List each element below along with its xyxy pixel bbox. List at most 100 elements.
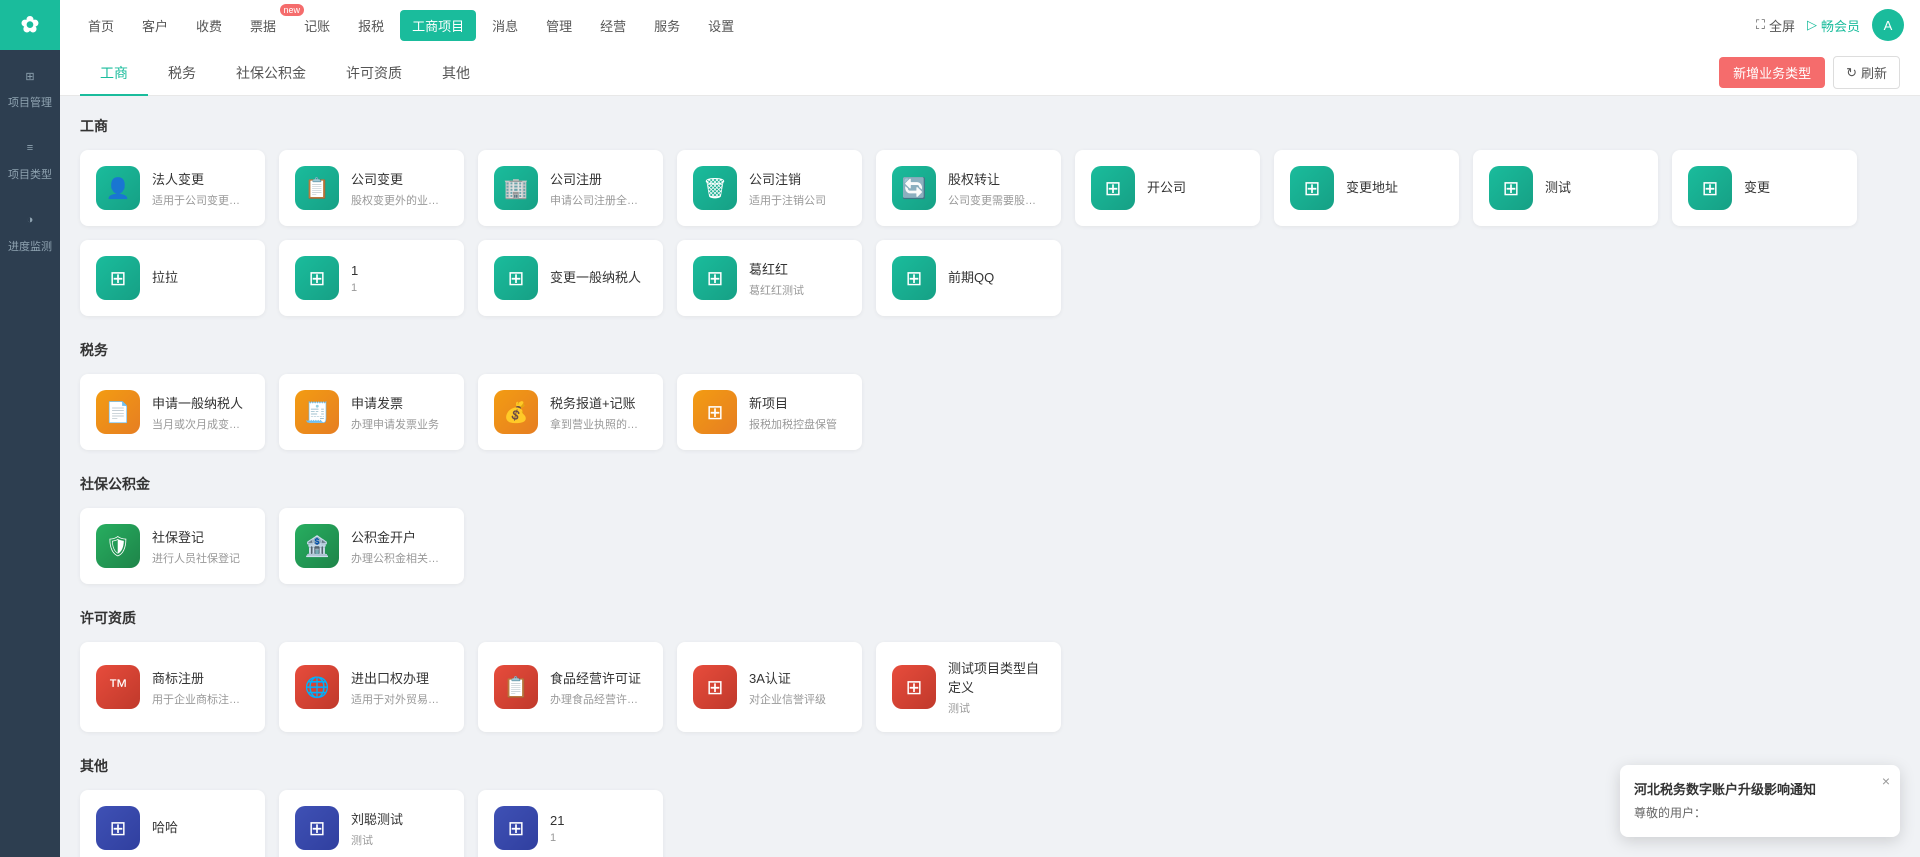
card-import-export[interactable]: 🌐 进出口权办理 适用于对外贸易经营者 xyxy=(279,642,464,732)
company-cancel-desc: 适用于注销公司 xyxy=(749,192,846,208)
card-one[interactable]: ⊞ 1 1 xyxy=(279,240,464,316)
tax-report-accounting-icon: 💰 xyxy=(494,390,538,434)
sidebar-item-project-mgmt[interactable]: ⊞ 项目管理 xyxy=(0,50,60,122)
industry-cards-grid: 👤 法人变更 适用于公司变更法人 📋 公司变更 股权变更外的业务变更 🏢 xyxy=(80,150,1900,316)
nav-operation[interactable]: 经营 xyxy=(588,10,638,41)
play-icon: ▷ xyxy=(1807,17,1817,33)
card-change-general[interactable]: ⊞ 变更一般纳税人 xyxy=(478,240,663,316)
fund-open-title: 公积金开户 xyxy=(351,527,448,546)
company-change-desc: 股权变更外的业务变更 xyxy=(351,192,448,208)
legal-change-title: 法人变更 xyxy=(152,169,249,188)
test-title: 测试 xyxy=(1545,177,1642,196)
card-tax-report-accounting[interactable]: 💰 税务报道+记账 拿到营业执照的新公司 xyxy=(478,374,663,450)
card-3a-cert[interactable]: ⊞ 3A认证 对企业信誉评级 xyxy=(677,642,862,732)
card-test[interactable]: ⊞ 测试 xyxy=(1473,150,1658,226)
liu-cong-test-title: 刘聪测试 xyxy=(351,809,448,828)
one-desc: 1 xyxy=(351,282,448,294)
license-section-title: 许可资质 xyxy=(80,608,1900,628)
content-area: 工商 税务 社保公积金 许可资质 其他 新增业务类型 ↻ 刷新 工商 👤 xyxy=(60,50,1920,857)
card-haha[interactable]: ⊞ 哈哈 xyxy=(80,790,265,857)
tax-report-accounting-desc: 拿到营业执照的新公司 xyxy=(550,416,647,432)
card-open-company[interactable]: ⊞ 开公司 xyxy=(1075,150,1260,226)
card-early-qq[interactable]: ⊞ 前期QQ xyxy=(876,240,1061,316)
change-general-title: 变更一般纳税人 xyxy=(550,267,647,286)
card-company-change[interactable]: 📋 公司变更 股权变更外的业务变更 xyxy=(279,150,464,226)
import-export-desc: 适用于对外贸易经营者 xyxy=(351,691,448,707)
open-company-title: 开公司 xyxy=(1147,177,1244,196)
card-ge-honghong[interactable]: ⊞ 葛红红 葛红红测试 xyxy=(677,240,862,316)
card-change2[interactable]: ⊞ 变更 xyxy=(1672,150,1857,226)
tab-actions: 新增业务类型 ↻ 刷新 xyxy=(1719,56,1900,89)
ge-honghong-icon: ⊞ xyxy=(693,256,737,300)
card-fund-open[interactable]: 🏦 公积金开户 办理公积金相关业务 xyxy=(279,508,464,584)
haha-icon: ⊞ xyxy=(96,806,140,850)
test-icon: ⊞ xyxy=(1489,166,1533,210)
progress-monitor-icon: ◑ xyxy=(16,206,44,234)
one-title: 1 xyxy=(351,263,448,278)
nav-tax[interactable]: 报税 xyxy=(346,10,396,41)
tab-social[interactable]: 社保公积金 xyxy=(216,50,326,96)
tax-section-title: 税务 xyxy=(80,340,1900,360)
new-type-button[interactable]: 新增业务类型 xyxy=(1719,57,1825,88)
trademark-reg-title: 商标注册 xyxy=(152,668,249,687)
nav-settings[interactable]: 设置 xyxy=(696,10,746,41)
fullscreen-button[interactable]: ⛶ 全屏 xyxy=(1756,16,1795,35)
open-company-icon: ⊞ xyxy=(1091,166,1135,210)
card-twenty-one[interactable]: ⊞ 21 1 xyxy=(478,790,663,857)
sidebar-item-project-type[interactable]: ≡ 项目类型 xyxy=(0,122,60,194)
nav-home[interactable]: 首页 xyxy=(76,10,126,41)
card-lala[interactable]: ⊞ 拉拉 xyxy=(80,240,265,316)
apply-general-tax-desc: 当月或次月成变更完成 xyxy=(152,416,249,432)
nav-billing[interactable]: 收费 xyxy=(184,10,234,41)
social-reg-icon: 🛡 xyxy=(96,524,140,568)
fund-open-icon: 🏦 xyxy=(295,524,339,568)
early-qq-icon: ⊞ xyxy=(892,256,936,300)
card-apply-invoice[interactable]: 🧾 申请发票 办理申请发票业务 xyxy=(279,374,464,450)
member-button[interactable]: ▷ 畅会员 xyxy=(1807,16,1860,35)
card-legal-change[interactable]: 👤 法人变更 适用于公司变更法人 xyxy=(80,150,265,226)
top-nav: 首页 客户 收费 票据 new 记账 报税 工商项目 消息 管理 经营 服务 设… xyxy=(60,0,1920,50)
sidebar-item-progress-monitor[interactable]: ◑ 进度监测 xyxy=(0,194,60,266)
card-company-reg[interactable]: 🏢 公司注册 申请公司注册全流程 xyxy=(478,150,663,226)
nav-tickets[interactable]: 票据 new xyxy=(238,10,288,41)
import-export-icon: 🌐 xyxy=(295,665,339,709)
nav-message[interactable]: 消息 xyxy=(480,10,530,41)
card-liu-cong-test[interactable]: ⊞ 刘聪测试 测试 xyxy=(279,790,464,857)
refresh-button[interactable]: ↻ 刷新 xyxy=(1833,56,1900,89)
notification-close-button[interactable]: × xyxy=(1882,773,1890,789)
tab-other[interactable]: 其他 xyxy=(422,50,490,96)
company-cancel-icon: 🗑 xyxy=(693,166,737,210)
card-change-address[interactable]: ⊞ 变更地址 xyxy=(1274,150,1459,226)
card-food-license[interactable]: 📋 食品经营许可证 办理食品经营许可证 xyxy=(478,642,663,732)
social-reg-desc: 进行人员社保登记 xyxy=(152,550,249,566)
test-type-title: 测试项目类型自定义 xyxy=(948,658,1045,696)
early-qq-title: 前期QQ xyxy=(948,267,1045,286)
nav-service[interactable]: 服务 xyxy=(642,10,692,41)
avatar[interactable]: A xyxy=(1872,9,1904,41)
notification-popup: × 河北税务数字账户升级影响通知 尊敬的用户： xyxy=(1620,765,1900,837)
card-equity-transfer[interactable]: 🔄 股权转让 公司变更需要股权转让 xyxy=(876,150,1061,226)
card-new-project[interactable]: ⊞ 新项目 报税加税控盘保管 xyxy=(677,374,862,450)
card-trademark-reg[interactable]: ™ 商标注册 用于企业商标注册服务 xyxy=(80,642,265,732)
main-content: 工商 👤 法人变更 适用于公司变更法人 📋 公司变更 股权变更外的业务变更 xyxy=(60,96,1920,857)
fund-open-desc: 办理公积金相关业务 xyxy=(351,550,448,566)
notification-title: 河北税务数字账户升级影响通知 xyxy=(1634,779,1886,798)
tab-industry[interactable]: 工商 xyxy=(80,50,148,96)
3a-cert-desc: 对企业信誉评级 xyxy=(749,691,846,707)
legal-change-desc: 适用于公司变更法人 xyxy=(152,192,249,208)
tabs-bar: 工商 税务 社保公积金 许可资质 其他 新增业务类型 ↻ 刷新 xyxy=(60,50,1920,96)
card-company-cancel[interactable]: 🗑 公司注销 适用于注销公司 xyxy=(677,150,862,226)
nav-management[interactable]: 管理 xyxy=(534,10,584,41)
3a-cert-icon: ⊞ xyxy=(693,665,737,709)
change2-icon: ⊞ xyxy=(1688,166,1732,210)
lala-title: 拉拉 xyxy=(152,267,249,286)
nav-client[interactable]: 客户 xyxy=(130,10,180,41)
nav-industry[interactable]: 工商项目 xyxy=(400,10,476,41)
card-apply-general-tax[interactable]: 📄 申请一般纳税人 当月或次月成变更完成 xyxy=(80,374,265,450)
tab-tax[interactable]: 税务 xyxy=(148,50,216,96)
tab-license[interactable]: 许可资质 xyxy=(326,50,422,96)
tax-report-accounting-title: 税务报道+记账 xyxy=(550,393,647,412)
card-test-type[interactable]: ⊞ 测试项目类型自定义 测试 xyxy=(876,642,1061,732)
equity-transfer-desc: 公司变更需要股权转让 xyxy=(948,192,1045,208)
card-social-reg[interactable]: 🛡 社保登记 进行人员社保登记 xyxy=(80,508,265,584)
